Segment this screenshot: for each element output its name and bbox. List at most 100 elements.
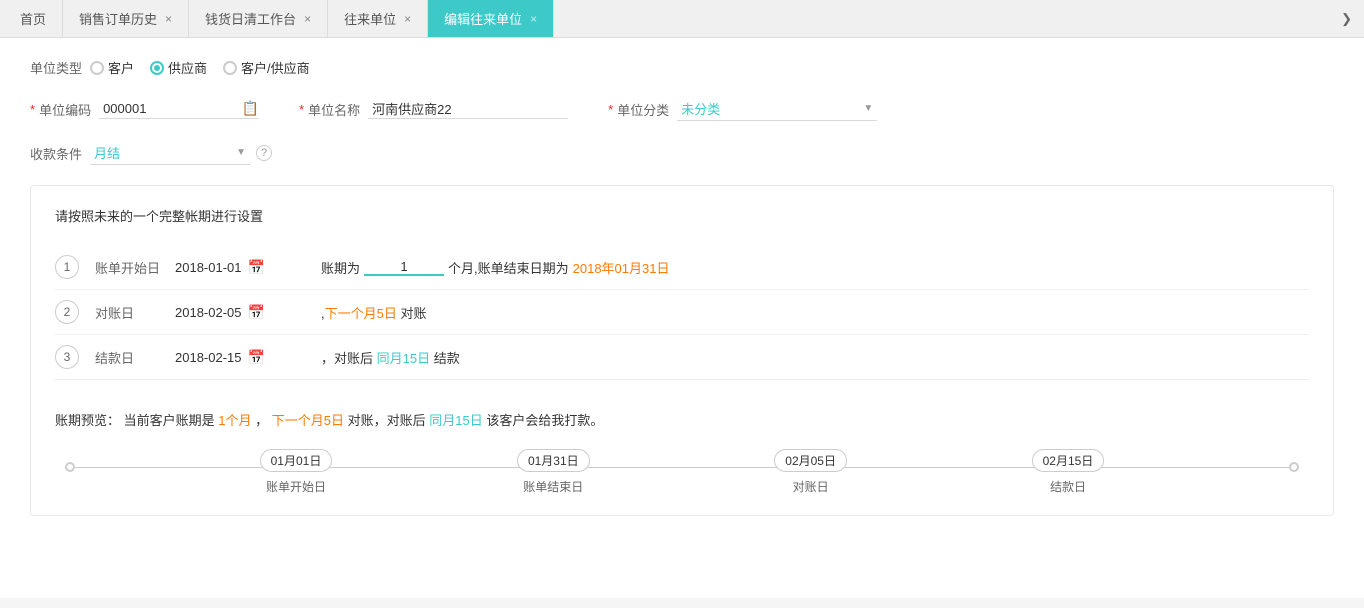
radio-supplier-dot [154, 65, 160, 71]
radio-supplier[interactable]: 供应商 [150, 58, 207, 77]
tab-bar: 首页 销售订单历史 × 钱货日清工作台 × 往来单位 × 编辑往来单位 × ❯ [0, 0, 1364, 38]
unit-name-group: * 单位名称 [299, 99, 568, 119]
unit-name-input[interactable] [368, 99, 568, 119]
timeline-label-4: 结款日 [1050, 478, 1086, 495]
unit-info-row: * 单位编码 📋 * 单位名称 * 单位分类 未分类 ▼ [30, 97, 1334, 121]
unit-cat-arrow: ▼ [863, 103, 873, 114]
step1-period-input[interactable] [364, 259, 444, 276]
step1-end-date: 2018年01月31日 [573, 258, 670, 277]
tab-cash-label: 钱货日清工作台 [205, 9, 296, 28]
tab-edit-label: 编辑往来单位 [444, 9, 522, 28]
timeline-badge-2: 01月31日 [517, 449, 590, 472]
step-num-2: 2 [55, 300, 79, 324]
preview-highlight3: 同月15日 [429, 413, 482, 428]
tab-cash-close[interactable]: × [304, 12, 311, 26]
step3-cal-icon[interactable]: 📅 [248, 349, 265, 366]
step2-cal-icon[interactable]: 📅 [248, 304, 265, 321]
payment-value: 月结 [94, 143, 232, 162]
timeline-start-dot [65, 449, 75, 472]
step3-comma: ，对账后 [321, 351, 377, 366]
unit-type-label: 单位类型 [30, 58, 82, 77]
radio-customer-label: 客户 [108, 58, 134, 77]
step-row-1: 1 账单开始日 2018-01-01 📅 账期为 个月,账单结束日期为 2018… [55, 245, 1309, 290]
step1-desc-after: 个月,账单结束日期为 [448, 258, 569, 277]
section-card: 请按照未来的一个完整帐期进行设置 1 账单开始日 2018-01-01 📅 账期… [30, 185, 1334, 516]
radio-customer-circle [90, 61, 104, 75]
payment-help-icon[interactable]: ? [256, 145, 272, 161]
payment-dropdown[interactable]: 月结 ▼ [90, 141, 250, 165]
step3-pay: 结款 [430, 351, 460, 366]
tab-home[interactable]: 首页 [0, 0, 63, 37]
unit-code-star: * [30, 102, 35, 117]
timeline-item-3: 02月05日 对账日 [774, 449, 847, 495]
step-desc-1: 账期为 个月,账单结束日期为 2018年01月31日 [321, 258, 669, 277]
preview-text: 账期预览： 当前客户账期是 1个月 ， 下一个月5日 对账，对账后 同月15日 … [55, 410, 1309, 429]
radio-both-label: 客户/供应商 [241, 58, 310, 77]
step-row-3: 3 结款日 2018-02-15 📅 ，对账后 同月15日 结款 [55, 335, 1309, 380]
payment-arrow: ▼ [236, 147, 246, 158]
main-content: 单位类型 客户 供应商 客户/供应商 * 单位编码 [0, 38, 1364, 598]
tab-edit-partner[interactable]: 编辑往来单位 × [428, 0, 554, 37]
unit-code-input[interactable] [99, 99, 238, 118]
unit-name-label: 单位名称 [308, 100, 360, 119]
step3-same-month: 同月15日 [377, 351, 430, 366]
unit-code-input-wrapper: 📋 [99, 99, 259, 119]
timeline-badge-4: 02月15日 [1032, 449, 1105, 472]
tab-partner-close[interactable]: × [404, 12, 411, 26]
unit-code-group: * 单位编码 📋 [30, 99, 259, 119]
radio-supplier-label: 供应商 [168, 58, 207, 77]
step-desc-3: ，对账后 同月15日 结款 [321, 348, 460, 367]
unit-type-radio-group: 客户 供应商 客户/供应商 [90, 58, 310, 77]
preview-text4: 该客户会给我打款。 [486, 413, 603, 428]
timeline-badge-3: 02月05日 [774, 449, 847, 472]
step-num-1: 1 [55, 255, 79, 279]
tab-sales-history[interactable]: 销售订单历史 × [63, 0, 189, 37]
unit-code-label: 单位编码 [39, 100, 91, 119]
step2-reconcile: 对账 [397, 306, 427, 321]
radio-both[interactable]: 客户/供应商 [223, 58, 310, 77]
unit-name-star: * [299, 102, 304, 117]
unit-cat-label: 单位分类 [617, 100, 669, 119]
unit-cat-star: * [608, 102, 613, 117]
preview-section: 账期预览： 当前客户账期是 1个月 ， 下一个月5日 对账，对账后 同月15日 … [55, 396, 1309, 495]
timeline-item-2: 01月31日 账单结束日 [517, 449, 590, 495]
unit-cat-value: 未分类 [681, 99, 859, 118]
step1-cal-icon[interactable]: 📅 [248, 259, 265, 276]
step3-date: 2018-02-15 [175, 350, 242, 365]
step1-date: 2018-01-01 [175, 260, 242, 275]
preview-text3: 对账，对账后 [348, 413, 426, 428]
tab-sales-close[interactable]: × [165, 12, 172, 26]
tab-sales-label: 销售订单历史 [79, 9, 157, 28]
payment-row: 收款条件 月结 ▼ ? [30, 141, 1334, 165]
tab-partner[interactable]: 往来单位 × [328, 0, 428, 37]
step-label-3: 结款日 [95, 348, 175, 367]
tab-expand-btn[interactable]: ❯ [1329, 0, 1364, 37]
timeline-dot-left [65, 462, 75, 472]
preview-highlight1: 1个月 [218, 413, 251, 428]
preview-label: 账期预览： [55, 413, 120, 428]
radio-customer[interactable]: 客户 [90, 58, 134, 77]
section-title: 请按照未来的一个完整帐期进行设置 [55, 206, 1309, 225]
unit-category-group: * 单位分类 未分类 ▼ [608, 97, 877, 121]
unit-type-row: 单位类型 客户 供应商 客户/供应商 [30, 58, 1334, 77]
timeline-badge-1: 01月01日 [260, 449, 333, 472]
step-value-1: 2018-01-01 📅 [175, 259, 305, 276]
preview-text2: ， [255, 413, 268, 428]
step2-next-month: 下一个月5日 [325, 306, 397, 321]
radio-supplier-circle [150, 61, 164, 75]
step2-date: 2018-02-05 [175, 305, 242, 320]
timeline-label-1: 账单开始日 [266, 478, 326, 495]
preview-text1: 当前客户账期是 [124, 413, 215, 428]
step-value-2: 2018-02-05 📅 [175, 304, 305, 321]
timeline-item-1: 01月01日 账单开始日 [260, 449, 333, 495]
timeline-end-dot [1289, 449, 1299, 472]
tab-cash-work[interactable]: 钱货日清工作台 × [189, 0, 328, 37]
tab-edit-close[interactable]: × [530, 12, 537, 26]
timeline-wrapper: 01月01日 账单开始日 01月31日 账单结束日 02月05日 对账日 [55, 449, 1309, 495]
step-label-2: 对账日 [95, 303, 175, 322]
step-num-3: 3 [55, 345, 79, 369]
timeline-label-2: 账单结束日 [523, 478, 583, 495]
preview-highlight2: 下一个月5日 [272, 413, 344, 428]
unit-cat-dropdown[interactable]: 未分类 ▼ [677, 97, 877, 121]
unit-code-icon[interactable]: 📋 [242, 100, 259, 117]
